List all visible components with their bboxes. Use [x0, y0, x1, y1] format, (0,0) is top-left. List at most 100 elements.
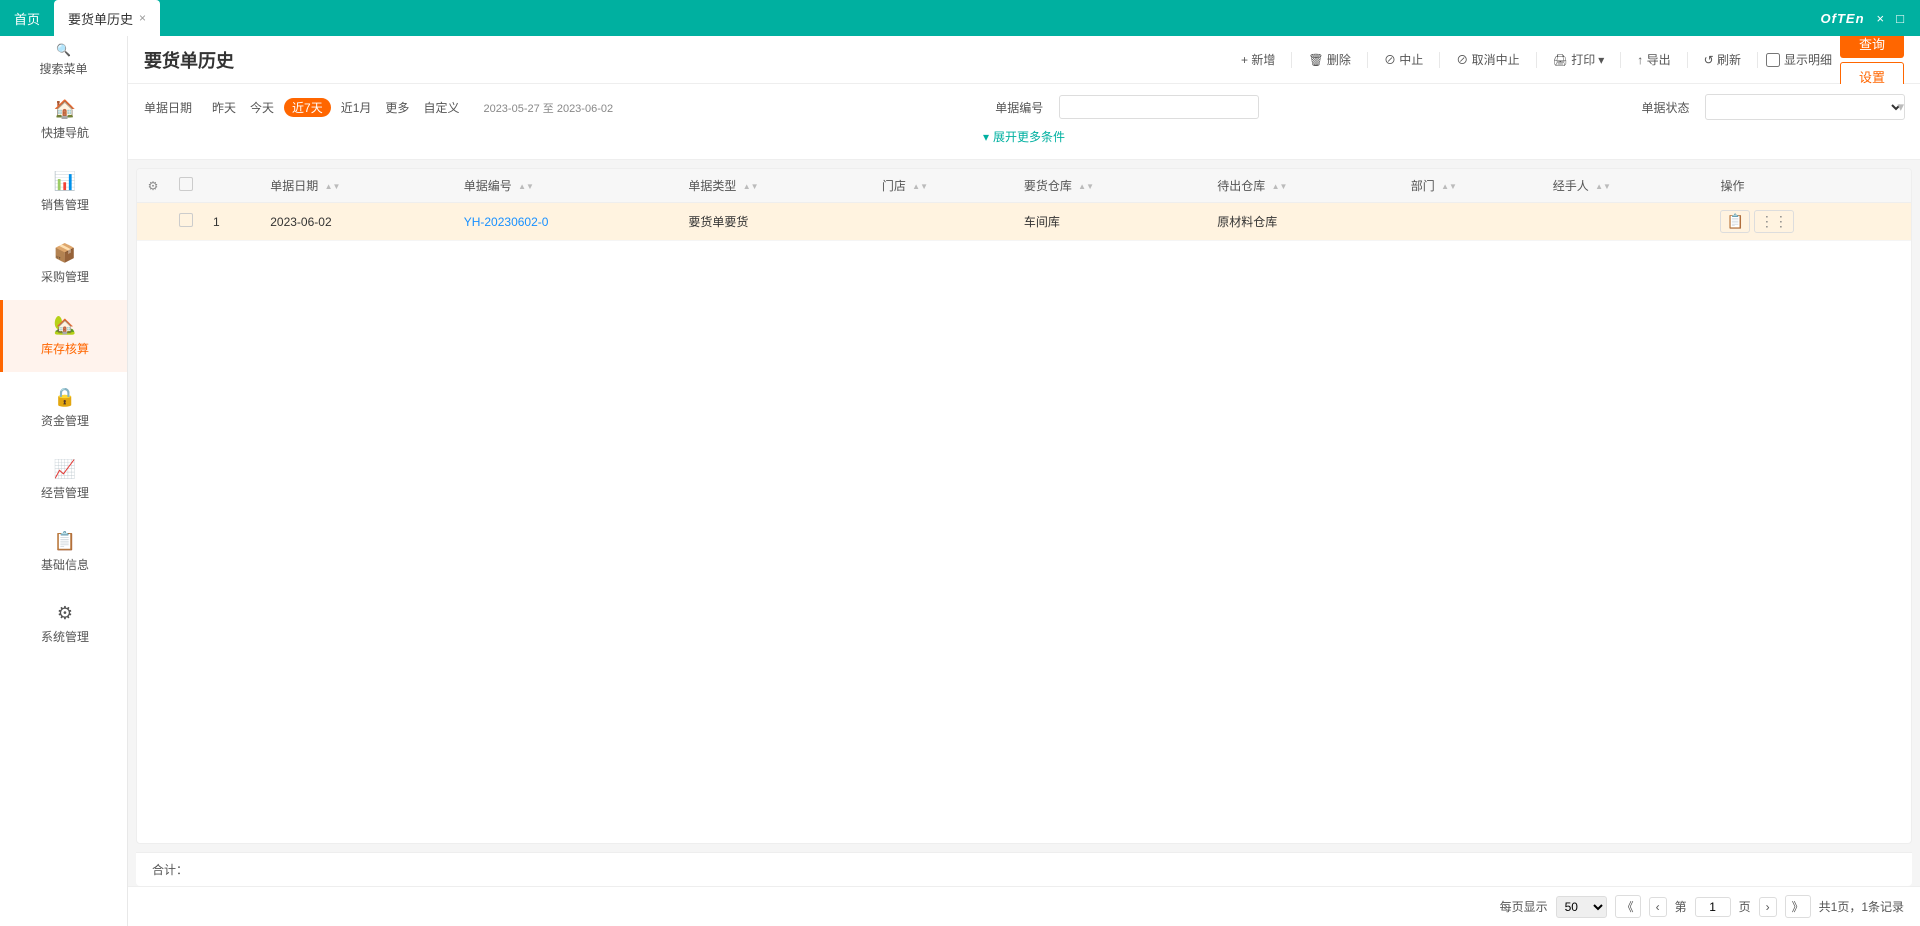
col-req-warehouse-header[interactable]: 要货仓库 ▲▼	[1014, 169, 1207, 203]
page-size-label: 每页显示	[1500, 898, 1548, 915]
first-page-button[interactable]: 《	[1615, 895, 1641, 918]
prev-page-button[interactable]: ‹	[1649, 897, 1667, 917]
col-action-label: 操作	[1720, 179, 1744, 193]
page-suffix: 页	[1739, 898, 1751, 915]
page-label: 第	[1675, 898, 1687, 915]
col-doc-type-label: 单据类型	[688, 179, 736, 193]
req-warehouse-sort-icon: ▲▼	[1078, 183, 1094, 191]
doc-number-sort-icon: ▲▼	[518, 183, 534, 191]
shortcut-last7days[interactable]: 近7天	[284, 98, 331, 117]
divider-6	[1687, 52, 1688, 68]
doc-number-input[interactable]	[1059, 95, 1259, 119]
doc-date-label: 单据日期	[144, 99, 192, 116]
sidebar-item-inventory[interactable]: 🏡 库存核算	[0, 300, 127, 372]
tab-home[interactable]: 首页	[0, 0, 54, 36]
shortcut-today[interactable]: 今天	[246, 98, 278, 117]
stop-label: ⊘ 中止	[1384, 51, 1423, 68]
col-settings[interactable]: ⚙	[137, 169, 169, 203]
select-all-checkbox[interactable]	[179, 177, 193, 191]
col-handler-header[interactable]: 经手人 ▲▼	[1543, 169, 1711, 203]
table-body: 1 2023-06-02 YH-20230602-0 要货单要货 车间库 原材料…	[137, 203, 1911, 241]
finance-icon: 🔒	[54, 387, 76, 408]
system-icon: ⚙	[57, 603, 73, 624]
operation-icon: 📈	[54, 459, 76, 480]
top-bar-right: OfTEn × □	[1821, 11, 1920, 26]
sidebar-item-basic[interactable]: 📋 基础信息	[0, 516, 127, 588]
doc-number-link[interactable]: YH-20230602-0	[464, 215, 549, 229]
sales-icon: 📊	[54, 171, 76, 192]
last-page-button[interactable]: 》	[1785, 895, 1811, 918]
print-button[interactable]: 🖨 打印 ▾	[1545, 47, 1613, 72]
show-detail-checkbox[interactable]	[1766, 53, 1780, 67]
top-bar: 首页 要货单历史 × OfTEn × □	[0, 0, 1920, 36]
tab-close-icon[interactable]: ×	[139, 11, 146, 25]
col-index-header	[203, 169, 260, 203]
col-doc-type-header[interactable]: 单据类型 ▲▼	[678, 169, 871, 203]
layout: 🔍 搜索菜单 🏠 快捷导航 📊 销售管理 📦 采购管理 🏡 库存核算 🔒 资金管…	[0, 36, 1920, 926]
window-close-btn[interactable]: ×	[1877, 11, 1885, 26]
next-page-button[interactable]: ›	[1759, 897, 1777, 917]
filter-bar: 单据日期 昨天 今天 近7天 近1月 更多 自定义 2023-05-27 至 2…	[128, 84, 1920, 160]
refresh-button[interactable]: ↺ 刷新	[1696, 47, 1749, 72]
row-action: 📋 ⋮⋮	[1710, 203, 1911, 241]
col-department-header[interactable]: 部门 ▲▼	[1401, 169, 1543, 203]
shortcut-last-month[interactable]: 近1月	[337, 98, 376, 117]
sidebar-item-operation[interactable]: 📈 经营管理	[0, 444, 127, 516]
toolbar: + 新增 🗑 删除 ⊘ 中止 ⊘ 取消中止	[1233, 47, 1832, 72]
basic-icon: 📋	[54, 531, 76, 552]
home-icon: 🏠	[54, 99, 76, 120]
col-store-label: 门店	[882, 179, 906, 193]
divider-1	[1291, 52, 1292, 68]
doc-date-sort-icon: ▲▼	[325, 183, 341, 191]
table-header: ⚙ 单据日期 ▲▼ 单据编号 ▲▼	[137, 169, 1911, 203]
sidebar-item-system[interactable]: ⚙ 系统管理	[0, 588, 127, 660]
col-department-label: 部门	[1411, 179, 1435, 193]
divider-2	[1367, 52, 1368, 68]
row-select-checkbox[interactable]	[179, 213, 193, 227]
refresh-label: ↺ 刷新	[1704, 51, 1741, 68]
row-req-warehouse: 车间库	[1014, 203, 1207, 241]
shortcut-more[interactable]: 更多	[381, 98, 413, 117]
sidebar-item-quick-nav[interactable]: 🏠 快捷导航	[0, 84, 127, 156]
col-store-header[interactable]: 门店 ▲▼	[872, 169, 1014, 203]
sidebar-search[interactable]: 🔍 搜索菜单	[0, 36, 127, 84]
col-pending-warehouse-header[interactable]: 待出仓库 ▲▼	[1207, 169, 1400, 203]
expand-more-btn[interactable]: ▾ 展开更多条件	[983, 128, 1065, 145]
sidebar-item-label-quick-nav: 快捷导航	[41, 124, 89, 141]
page-number-input[interactable]	[1695, 897, 1731, 917]
sidebar-item-purchase[interactable]: 📦 采购管理	[0, 228, 127, 300]
inventory-icon: 🏡	[54, 315, 76, 336]
show-detail-toggle[interactable]: 显示明细	[1766, 51, 1832, 68]
sidebar-item-finance[interactable]: 🔒 资金管理	[0, 372, 127, 444]
cancel-stop-button[interactable]: ⊘ 取消中止	[1448, 47, 1527, 72]
row-store	[872, 203, 1014, 241]
page-size-select[interactable]: 50 20 100 200	[1556, 896, 1607, 918]
export-button[interactable]: ↑ 导出	[1629, 47, 1678, 72]
row-doc-date: 2023-06-02	[260, 203, 453, 241]
divider-3	[1439, 52, 1440, 68]
delete-button[interactable]: 🗑 删除	[1300, 47, 1359, 72]
stop-button[interactable]: ⊘ 中止	[1376, 47, 1431, 72]
query-button[interactable]: 查询	[1840, 36, 1904, 58]
sidebar-item-sales[interactable]: 📊 销售管理	[0, 156, 127, 228]
window-maximize-btn[interactable]: □	[1896, 11, 1904, 26]
table-summary-footer: 合计：	[136, 852, 1912, 886]
row-index: 1	[203, 203, 260, 241]
col-doc-date-label: 单据日期	[270, 179, 318, 193]
doc-status-select[interactable]	[1705, 94, 1905, 120]
tab-requisition-history[interactable]: 要货单历史 ×	[54, 0, 160, 36]
new-button[interactable]: + 新增	[1233, 47, 1283, 72]
sidebar-item-label-system: 系统管理	[41, 628, 89, 645]
doc-number-label: 单据编号	[995, 99, 1043, 116]
detail-action-icon[interactable]: ⋮⋮	[1754, 210, 1794, 233]
col-req-warehouse-label: 要货仓库	[1024, 179, 1072, 193]
col-doc-date-header[interactable]: 单据日期 ▲▼	[260, 169, 453, 203]
shortcut-yesterday[interactable]: 昨天	[208, 98, 240, 117]
row-pending-warehouse: 原材料仓库	[1207, 203, 1400, 241]
shortcut-custom[interactable]: 自定义	[419, 98, 463, 117]
edit-action-icon[interactable]: 📋	[1720, 210, 1749, 233]
show-detail-label: 显示明细	[1784, 51, 1832, 68]
col-doc-number-header[interactable]: 单据编号 ▲▼	[454, 169, 679, 203]
purchase-icon: 📦	[54, 243, 76, 264]
store-sort-icon: ▲▼	[912, 183, 928, 191]
